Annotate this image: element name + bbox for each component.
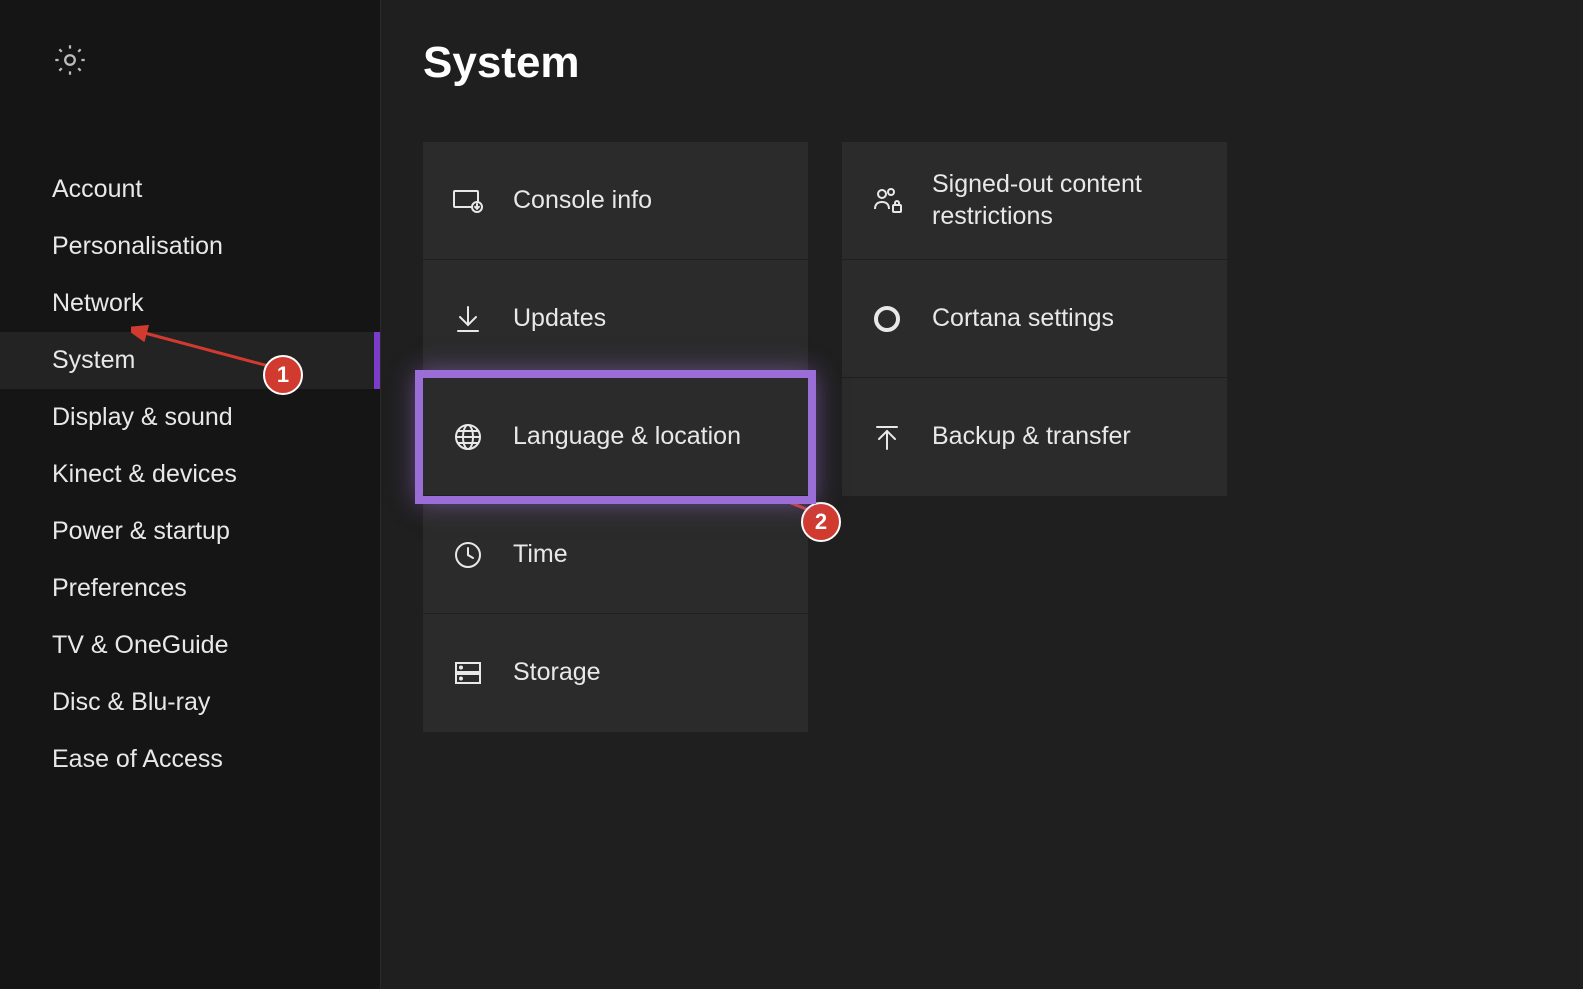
gear-icon — [52, 65, 88, 82]
sidebar-item-label: Preferences — [52, 574, 187, 602]
sidebar-item-power-startup[interactable]: Power & startup — [0, 503, 380, 560]
card-backup-transfer[interactable]: Backup & transfer — [842, 378, 1227, 496]
card-label: Time — [513, 539, 568, 570]
card-signed-out-restrictions[interactable]: Signed-out content restrictions — [842, 142, 1227, 260]
people-lock-icon — [870, 184, 904, 218]
card-cortana-settings[interactable]: Cortana settings — [842, 260, 1227, 378]
sidebar-item-network[interactable]: Network — [0, 275, 380, 332]
sidebar-item-label: Disc & Blu-ray — [52, 688, 210, 716]
console-info-icon — [451, 184, 485, 218]
sidebar-item-label: Kinect & devices — [52, 460, 237, 488]
card-label: Storage — [513, 657, 601, 688]
sidebar-item-label: Account — [52, 175, 142, 203]
card-label: Language & location — [513, 421, 741, 452]
storage-icon — [451, 656, 485, 690]
page-title: System — [423, 38, 1541, 88]
globe-icon — [451, 420, 485, 454]
sidebar-item-system[interactable]: System — [0, 332, 380, 389]
sidebar-item-label: Display & sound — [52, 403, 233, 431]
clock-icon — [451, 538, 485, 572]
sidebar: Account Personalisation Network System D… — [0, 0, 381, 989]
download-icon — [451, 302, 485, 336]
main: System Console info — [381, 0, 1583, 989]
sidebar-item-label: Ease of Access — [52, 745, 223, 773]
card-console-info[interactable]: Console info — [423, 142, 808, 260]
card-label: Updates — [513, 303, 606, 334]
card-column-right: Signed-out content restrictions Cortana … — [842, 142, 1227, 732]
card-column-left: Console info Updates — [423, 142, 808, 732]
sidebar-item-label: TV & OneGuide — [52, 631, 228, 659]
sidebar-item-kinect-devices[interactable]: Kinect & devices — [0, 446, 380, 503]
sidebar-item-ease-of-access[interactable]: Ease of Access — [0, 731, 380, 788]
sidebar-item-label: Power & startup — [52, 517, 230, 545]
card-columns: Console info Updates — [423, 142, 1541, 732]
sidebar-item-label: System — [52, 346, 135, 374]
card-label: Console info — [513, 185, 652, 216]
card-label: Cortana settings — [932, 303, 1114, 334]
sidebar-item-label: Personalisation — [52, 232, 223, 260]
sidebar-item-disc-bluray[interactable]: Disc & Blu-ray — [0, 674, 380, 731]
card-language-location[interactable]: Language & location — [423, 378, 808, 496]
card-label: Signed-out content restrictions — [932, 169, 1199, 232]
sidebar-item-personalisation[interactable]: Personalisation — [0, 218, 380, 275]
card-time[interactable]: Time — [423, 496, 808, 614]
sidebar-item-preferences[interactable]: Preferences — [0, 560, 380, 617]
sidebar-item-tv-oneguide[interactable]: TV & OneGuide — [0, 617, 380, 674]
card-storage[interactable]: Storage — [423, 614, 808, 732]
cortana-icon — [870, 302, 904, 336]
sidebar-item-account[interactable]: Account — [0, 161, 380, 218]
sidebar-item-display-sound[interactable]: Display & sound — [0, 389, 380, 446]
card-label: Backup & transfer — [932, 421, 1131, 452]
card-updates[interactable]: Updates — [423, 260, 808, 378]
sidebar-item-label: Network — [52, 289, 144, 317]
upload-icon — [870, 420, 904, 454]
